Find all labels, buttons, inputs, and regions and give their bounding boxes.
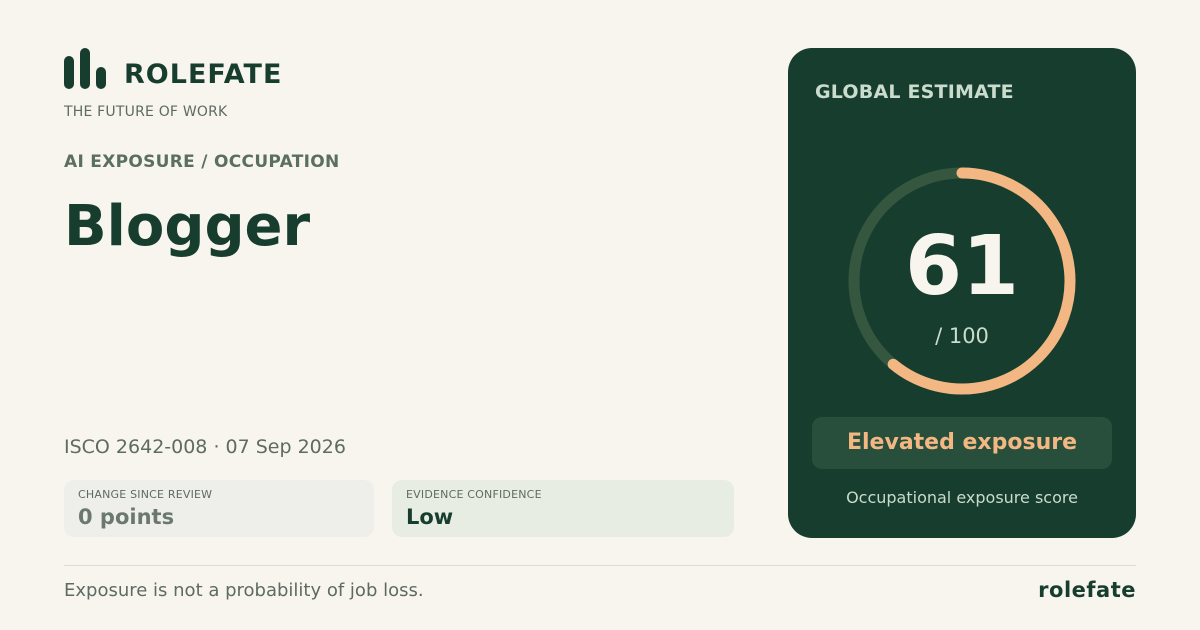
- score-value: 61: [904, 219, 1020, 314]
- occupation-meta: ISCO 2642-008 · 07 Sep 2026: [64, 436, 346, 458]
- stat-value: 0 points: [78, 505, 175, 529]
- stat-value: Low: [406, 505, 454, 529]
- brand-name: ROLEFATE: [124, 59, 283, 90]
- global-estimate-card: GLOBAL ESTIMATE 61 / 100 Elevated exposu…: [788, 48, 1136, 538]
- stat-change-since-review: CHANGE SINCE REVIEW 0 points: [64, 480, 374, 537]
- brand-tagline: THE FUTURE OF WORK: [64, 104, 228, 120]
- card-caption: Occupational exposure score: [846, 488, 1078, 507]
- bar-chart-icon: [64, 48, 106, 89]
- stat-label: CHANGE SINCE REVIEW: [78, 488, 213, 501]
- stat-label: EVIDENCE CONFIDENCE: [406, 488, 542, 501]
- footer-disclaimer: Exposure is not a probability of job los…: [64, 580, 424, 601]
- brand: ROLEFATE: [64, 48, 282, 89]
- section-eyebrow: AI EXPOSURE / OCCUPATION: [64, 152, 340, 172]
- footer-brand: rolefate: [1038, 578, 1136, 602]
- card-title: GLOBAL ESTIMATE: [815, 81, 1014, 103]
- occupation-title: Blogger: [64, 194, 311, 259]
- score-max: / 100: [935, 324, 989, 348]
- exposure-level-badge: Elevated exposure: [812, 417, 1112, 469]
- footer-divider: [64, 565, 1136, 566]
- stat-evidence-confidence: EVIDENCE CONFIDENCE Low: [392, 480, 734, 537]
